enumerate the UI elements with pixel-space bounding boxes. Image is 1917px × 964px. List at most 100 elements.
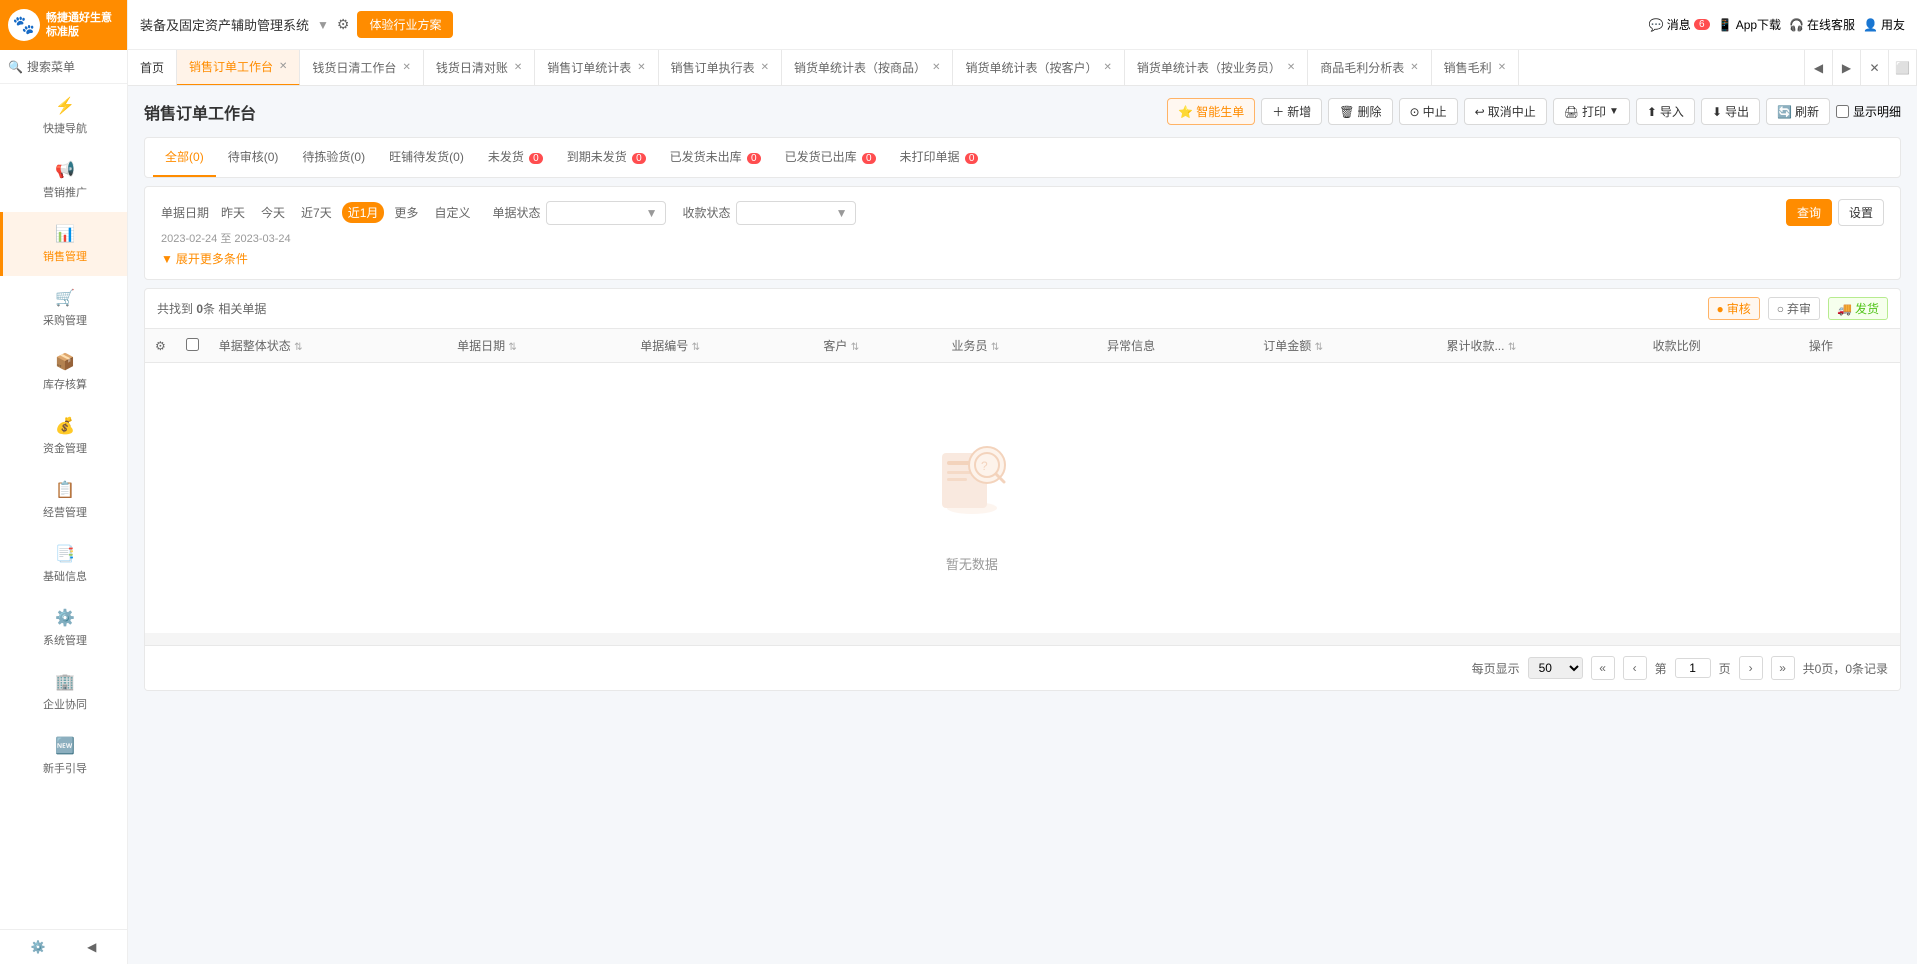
- sidebar-item-search[interactable]: 🔍 搜索菜单: [0, 50, 127, 84]
- filter-tab-shop-pending-ship[interactable]: 旺铺待发货(0): [377, 138, 476, 177]
- filter-tab-unprinted[interactable]: 未打印单据 0: [888, 138, 991, 177]
- tab-sales-by-staff[interactable]: 销货单统计表（按业务员） ✕: [1125, 50, 1308, 86]
- sidebar-item-sales[interactable]: 📊 销售管理: [0, 212, 127, 276]
- select-all-checkbox[interactable]: [186, 338, 199, 351]
- cancel-audit-button[interactable]: ○ 弃审: [1768, 297, 1820, 320]
- online-service-button[interactable]: 🎧 在线客服: [1789, 16, 1855, 33]
- tab-sales-by-product[interactable]: 销货单统计表（按商品） ✕: [782, 50, 953, 86]
- stop-button[interactable]: ⊙ 中止: [1399, 98, 1458, 125]
- filter-tab-unshipped[interactable]: 未发货 0: [476, 138, 555, 177]
- tab-close-daily-clear[interactable]: ✕: [402, 62, 410, 73]
- tab-close-sales-by-customer[interactable]: ✕: [1103, 62, 1111, 73]
- date-opt-today[interactable]: 今天: [255, 202, 291, 223]
- date-opt-7days[interactable]: 近7天: [295, 202, 338, 223]
- tab-reconciliation[interactable]: 钱货日清对账 ✕: [424, 50, 535, 86]
- settings-icon[interactable]: ⚙️: [31, 940, 46, 954]
- sidebar-item-operation[interactable]: 📋 经营管理: [0, 468, 127, 532]
- page-number-input[interactable]: [1675, 658, 1711, 678]
- col-cumulative-payment[interactable]: 累计收款... ⇅: [1436, 329, 1642, 363]
- filter-tab-shipped-out[interactable]: 已发货已出库 0: [773, 138, 888, 177]
- date-opt-more[interactable]: 更多: [388, 202, 424, 223]
- app-download-button[interactable]: 📱 App下载: [1718, 16, 1781, 33]
- tab-sales-margin[interactable]: 销售毛利 ✕: [1432, 50, 1519, 86]
- tab-close-reconciliation[interactable]: ✕: [514, 62, 522, 73]
- cancel-stop-icon: ↩: [1475, 105, 1485, 119]
- tab-home[interactable]: 首页: [128, 50, 177, 86]
- show-detail-checkbox[interactable]: 显示明细: [1836, 103, 1901, 120]
- smart-create-button[interactable]: ⭐ 智能生单: [1167, 98, 1255, 125]
- filter-tab-pending-pick[interactable]: 待拣验货(0): [290, 138, 377, 177]
- expand-more-button[interactable]: ▼ 展开更多条件: [161, 250, 1884, 267]
- last-page-button[interactable]: »: [1771, 656, 1795, 680]
- unshipped-badge: 0: [529, 153, 543, 164]
- settings-top-icon[interactable]: ⚙: [337, 16, 350, 33]
- refresh-button[interactable]: 🔄 刷新: [1766, 98, 1830, 125]
- col-setting[interactable]: ⚙: [145, 329, 176, 363]
- tab-close-all-button[interactable]: ✕: [1861, 50, 1889, 86]
- next-page-button[interactable]: ›: [1739, 656, 1763, 680]
- delete-button[interactable]: 🗑 删除: [1328, 98, 1392, 125]
- prev-page-button[interactable]: ‹: [1623, 656, 1647, 680]
- tab-scroll-right-button[interactable]: ▶: [1833, 50, 1861, 86]
- empty-icon: ?: [922, 423, 1022, 542]
- import-button[interactable]: ⬆ 导入: [1636, 98, 1695, 125]
- print-button[interactable]: 🖨 打印 ▼: [1553, 98, 1630, 125]
- tab-sales-by-customer[interactable]: 销货单统计表（按客户） ✕: [953, 50, 1124, 86]
- collapse-icon[interactable]: ◀: [87, 940, 96, 954]
- date-opt-yesterday[interactable]: 昨天: [215, 202, 251, 223]
- sidebar-item-purchase[interactable]: 🛒 采购管理: [0, 276, 127, 340]
- sidebar-item-finance[interactable]: 💰 资金管理: [0, 404, 127, 468]
- per-page-select[interactable]: 50 20 100: [1528, 657, 1583, 679]
- sidebar-item-quick-nav[interactable]: ⚡ 快捷导航: [0, 84, 127, 148]
- tab-close-sales-by-staff[interactable]: ✕: [1287, 62, 1295, 73]
- tab-sales-stats[interactable]: 销售订单统计表 ✕: [535, 50, 658, 86]
- query-button[interactable]: 查询: [1786, 199, 1832, 226]
- col-number[interactable]: 单据编号 ⇅: [630, 329, 813, 363]
- tab-close-sales-exec[interactable]: ✕: [761, 62, 769, 73]
- cancel-stop-button[interactable]: ↩ 取消中止: [1464, 98, 1547, 125]
- col-amount[interactable]: 订单金额 ⇅: [1253, 329, 1436, 363]
- tab-sales-exec[interactable]: 销售订单执行表 ✕: [659, 50, 782, 86]
- status-select[interactable]: ▼: [546, 201, 666, 225]
- export-button[interactable]: ⬇ 导出: [1701, 98, 1760, 125]
- message-button[interactable]: 💬 消息 6: [1649, 16, 1710, 33]
- sidebar-item-inventory[interactable]: 📦 库存核算: [0, 340, 127, 404]
- filter-tab-pending-review[interactable]: 待审核(0): [216, 138, 291, 177]
- first-page-button[interactable]: «: [1591, 656, 1615, 680]
- tab-scroll-left-button[interactable]: ◀: [1805, 50, 1833, 86]
- col-status[interactable]: 单据整体状态 ⇅: [209, 329, 447, 363]
- audit-button[interactable]: ● 审核: [1708, 297, 1760, 320]
- sidebar-item-enterprise[interactable]: 🏢 企业协同: [0, 660, 127, 724]
- tab-maximize-button[interactable]: ⬜: [1889, 50, 1917, 86]
- chevron-down-icon[interactable]: ▼: [317, 18, 329, 32]
- industry-solution-button[interactable]: 体验行业方案: [357, 11, 453, 38]
- user-button[interactable]: 👤 用友: [1863, 16, 1905, 33]
- add-button[interactable]: ＋ 新增: [1261, 98, 1322, 125]
- horizontal-scrollbar[interactable]: [145, 633, 1900, 645]
- date-opt-custom[interactable]: 自定义: [428, 202, 476, 223]
- sidebar-item-guide[interactable]: 🆕 新手引导: [0, 724, 127, 788]
- tab-sales-order-workbench[interactable]: 销售订单工作台 ✕: [177, 50, 300, 86]
- tab-close-sales-order-workbench[interactable]: ✕: [279, 61, 287, 72]
- filter-tab-shipped-not-out[interactable]: 已发货未出库 0: [658, 138, 773, 177]
- sidebar-item-system[interactable]: ⚙️ 系统管理: [0, 596, 127, 660]
- tab-close-sales-stats[interactable]: ✕: [637, 62, 645, 73]
- tab-close-margin-analysis[interactable]: ✕: [1410, 62, 1418, 73]
- col-salesperson[interactable]: 业务员 ⇅: [941, 329, 1097, 363]
- settings-button[interactable]: 设置: [1838, 199, 1884, 226]
- tab-close-sales-by-product[interactable]: ✕: [932, 62, 940, 73]
- date-opt-1month[interactable]: 近1月: [342, 202, 385, 223]
- tab-margin-analysis[interactable]: 商品毛利分析表 ✕: [1308, 50, 1431, 86]
- tab-daily-clear[interactable]: 钱货日清工作台 ✕: [300, 50, 423, 86]
- sidebar-item-base-info[interactable]: 📑 基础信息: [0, 532, 127, 596]
- tab-close-sales-margin[interactable]: ✕: [1498, 62, 1506, 73]
- col-customer[interactable]: 客户 ⇅: [813, 329, 941, 363]
- filter-tab-overdue-unshipped[interactable]: 到期未发货 0: [555, 138, 658, 177]
- col-checkbox[interactable]: [176, 329, 209, 363]
- payment-select[interactable]: ▼: [736, 201, 856, 225]
- show-detail-input[interactable]: [1836, 105, 1849, 118]
- ship-button[interactable]: 🚚 发货: [1828, 297, 1888, 320]
- filter-tab-all[interactable]: 全部(0): [153, 138, 216, 177]
- col-date[interactable]: 单据日期 ⇅: [447, 329, 630, 363]
- sidebar-item-marketing[interactable]: 📢 营销推广: [0, 148, 127, 212]
